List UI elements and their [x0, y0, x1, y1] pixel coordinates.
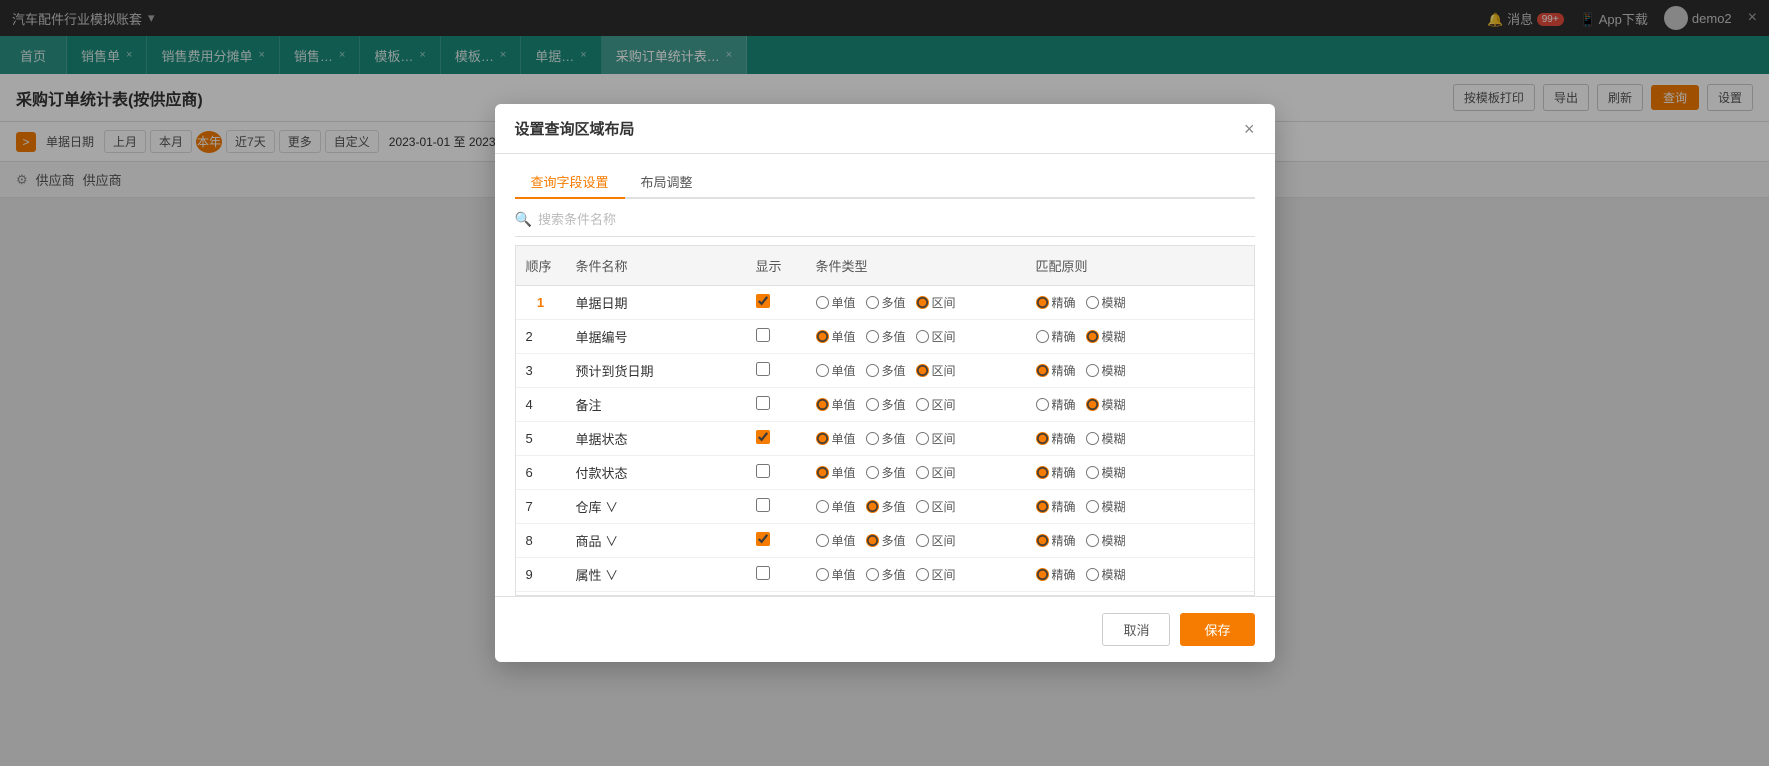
table-row: 4 备注 单值 多值 区间 [516, 388, 1254, 422]
row-match-7: 精确 模糊 [1026, 491, 1226, 522]
modal-footer: 取消 保存 [495, 596, 1275, 662]
table-row: 2 单据编号 单值 多值 区间 [516, 320, 1254, 354]
modal-table-body: 1 单据日期 单值 多值 区间 [515, 286, 1255, 596]
modal-search-bar: 🔍 [515, 211, 1255, 237]
th-order: 顺序 [516, 252, 566, 279]
row-display-6[interactable] [746, 457, 806, 488]
row-name-7: 仓库 ∨ [566, 490, 746, 523]
table-row: 1 单据日期 单值 多值 区间 [516, 286, 1254, 320]
row-type-2: 单值 多值 区间 [806, 321, 1026, 352]
row-type-1: 单值 多值 区间 [806, 287, 1026, 318]
th-name: 条件名称 [566, 252, 746, 279]
row-order-3: 3 [516, 356, 566, 385]
modal-table: 顺序 条件名称 显示 条件类型 匹配原则 1 单据日期 [515, 245, 1255, 596]
display-checkbox-6[interactable] [756, 464, 770, 478]
row-name-3: 预计到货日期 [566, 354, 746, 387]
display-checkbox-2[interactable] [756, 328, 770, 342]
row-match-9: 精确 模糊 [1026, 559, 1226, 590]
display-checkbox-8[interactable] [756, 532, 770, 546]
row-order-2: 2 [516, 322, 566, 351]
table-row: 3 预计到货日期 单值 多值 区间 [516, 354, 1254, 388]
row-display-1[interactable] [746, 287, 806, 318]
row-type-8: 单值 多值 区间 [806, 525, 1026, 556]
display-checkbox-3[interactable] [756, 362, 770, 376]
row-display-3[interactable] [746, 355, 806, 386]
row-name-6: 付款状态 [566, 456, 746, 489]
display-checkbox-5[interactable] [756, 430, 770, 444]
row-match-8: 精确 模糊 [1026, 525, 1226, 556]
modal-tabs: 查询字段设置 布局调整 [515, 154, 1255, 199]
row-type-9: 单值 多值 区间 [806, 559, 1026, 590]
th-display: 显示 [746, 252, 806, 279]
search-input[interactable] [538, 212, 1255, 227]
row-type-6: 单值 多值 区间 [806, 457, 1026, 488]
modal-overlay: 设置查询区域布局 × 查询字段设置 布局调整 🔍 顺序 [0, 0, 1769, 766]
row-display-5[interactable] [746, 423, 806, 454]
row-display-9[interactable] [746, 559, 806, 590]
row-match-5: 精确 模糊 [1026, 423, 1226, 454]
row-name-1: 单据日期 [566, 286, 746, 319]
page-background: 采购订单统计表(按供应商) 按模板打印 导出 刷新 查询 设置 > 单据日期 上… [0, 74, 1769, 766]
row-name-8: 商品 ∨ [566, 524, 746, 557]
modal-dialog: 设置查询区域布局 × 查询字段设置 布局调整 🔍 顺序 [495, 104, 1275, 662]
search-icon: 🔍 [515, 211, 532, 228]
modal-close-button[interactable]: × [1244, 120, 1255, 138]
row-match-1: 精确 模糊 [1026, 287, 1226, 318]
modal-title: 设置查询区域布局 [515, 118, 635, 139]
row-type-3: 单值 多值 区间 [806, 355, 1026, 386]
row-order-5: 5 [516, 424, 566, 453]
row-match-4: 精确 模糊 [1026, 389, 1226, 420]
row-order-6: 6 [516, 458, 566, 487]
row-match-6: 精确 模糊 [1026, 457, 1226, 488]
row-type-4: 单值 多值 区间 [806, 389, 1026, 420]
row-type-7: 单值 多值 区间 [806, 491, 1026, 522]
modal-header: 设置查询区域布局 × [495, 104, 1275, 154]
row-display-2[interactable] [746, 321, 806, 352]
th-type: 条件类型 [806, 252, 1026, 279]
display-checkbox-9[interactable] [756, 566, 770, 580]
row-name-9: 属性 ∨ [566, 558, 746, 591]
table-row: 6 付款状态 单值 多值 区间 [516, 456, 1254, 490]
row-order-7: 7 [516, 492, 566, 521]
modal-tab-layout[interactable]: 布局调整 [625, 166, 709, 199]
modal-body: 查询字段设置 布局调整 🔍 顺序 条件名称 显示 条件类型 匹配原则 [495, 154, 1275, 596]
table-row: 5 单据状态 单值 多值 区间 [516, 422, 1254, 456]
row-display-7[interactable] [746, 491, 806, 522]
display-checkbox-4[interactable] [756, 396, 770, 410]
th-match: 匹配原则 [1026, 252, 1226, 279]
row-match-2: 精确 模糊 [1026, 321, 1226, 352]
display-checkbox-7[interactable] [756, 498, 770, 512]
table-row: 8 商品 ∨ 单值 多值 区间 [516, 524, 1254, 558]
modal-table-header: 顺序 条件名称 显示 条件类型 匹配原则 [515, 245, 1255, 286]
row-display-4[interactable] [746, 389, 806, 420]
row-order-1: 1 [516, 288, 566, 317]
row-display-8[interactable] [746, 525, 806, 556]
row-name-2: 单据编号 [566, 320, 746, 353]
table-row: 7 仓库 ∨ 单值 多值 区间 [516, 490, 1254, 524]
row-name-4: 备注 [566, 388, 746, 421]
table-row: 9 属性 ∨ 单值 多值 区间 [516, 558, 1254, 592]
row-order-9: 9 [516, 560, 566, 589]
cancel-button[interactable]: 取消 [1102, 613, 1170, 646]
row-order-4: 4 [516, 390, 566, 419]
row-order-8: 8 [516, 526, 566, 555]
modal-tab-query-fields[interactable]: 查询字段设置 [515, 166, 625, 199]
row-match-3: 精确 模糊 [1026, 355, 1226, 386]
row-name-5: 单据状态 [566, 422, 746, 455]
display-checkbox-1[interactable] [756, 294, 770, 308]
row-type-5: 单值 多值 区间 [806, 423, 1026, 454]
save-button[interactable]: 保存 [1180, 613, 1254, 646]
